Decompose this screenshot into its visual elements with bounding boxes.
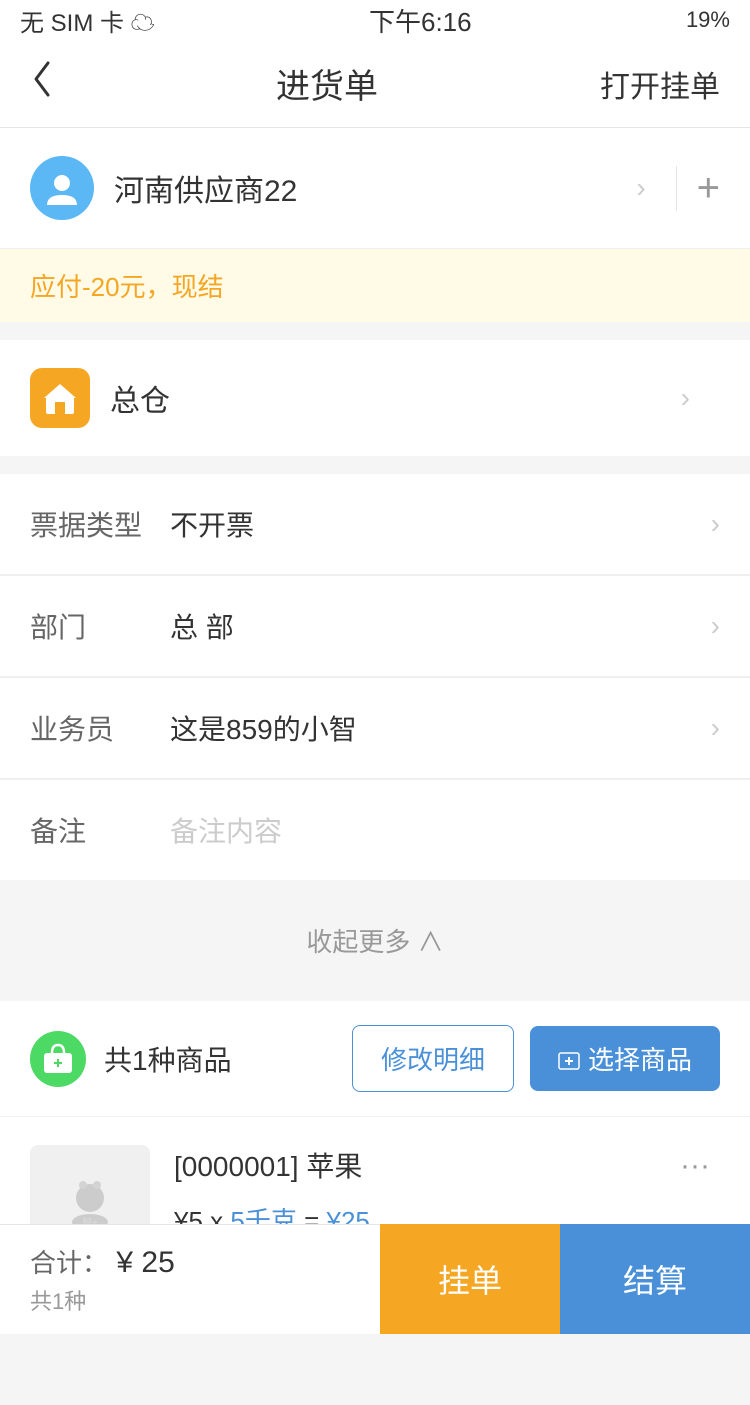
checkout-button[interactable]: 结算 [560, 1224, 750, 1334]
invoice-type-label: 票据类型 [30, 504, 150, 544]
warehouse-icon [30, 368, 90, 428]
salesperson-row[interactable]: 业务员 这是859的小智 › [0, 678, 750, 779]
sim-text: 无 SIM 卡 ☁ [20, 3, 155, 38]
collapse-label: 收起更多 ∧ [306, 927, 443, 957]
status-bar: 无 SIM 卡 ☁ 下午6:16 19% [0, 0, 750, 40]
product-name: [0000001] 苹果 [174, 1145, 670, 1185]
supplier-name: 河南供应商22 [114, 166, 636, 210]
product-code: [0000001] [174, 1151, 299, 1182]
total-count: 共1种 [30, 1284, 350, 1316]
battery-text: 19% [686, 7, 730, 33]
supplier-section: 河南供应商22 › + 应付-20元，现结 [0, 128, 750, 322]
status-left: 无 SIM 卡 ☁ [20, 3, 155, 38]
department-label: 部门 [30, 606, 150, 646]
product-more-button[interactable]: ··· [670, 1145, 720, 1187]
remark-label: 备注 [30, 810, 150, 850]
total-section: 合计： ¥ 25 共1种 [0, 1224, 380, 1334]
notice-bar: 应付-20元，现结 [0, 249, 750, 322]
hang-order-button[interactable]: 挂单 [380, 1224, 560, 1334]
status-right: 19% [686, 7, 730, 33]
salesperson-value: 这是859的小智 [150, 708, 711, 748]
total-value: ¥ 25 [116, 1246, 174, 1279]
add-supplier-button[interactable]: + [676, 166, 720, 211]
form-section: 票据类型 不开票 › 部门 总 部 › 业务员 这是859的小智 › 备注 备注… [0, 474, 750, 880]
bottom-bar: 合计： ¥ 25 共1种 挂单 结算 [0, 1224, 750, 1334]
nav-bar: 进货单 打开挂单 [0, 40, 750, 128]
department-value: 总 部 [150, 606, 711, 646]
chevron-icon: › [711, 610, 720, 642]
warehouse-name: 总仓 [110, 376, 681, 420]
remark-input[interactable]: 备注内容 [150, 810, 720, 850]
select-product-label: 选择商品 [588, 1040, 692, 1077]
edit-detail-button[interactable]: 修改明细 [352, 1025, 514, 1092]
collapse-bar[interactable]: 收起更多 ∧ [0, 898, 750, 983]
salesperson-label: 业务员 [30, 708, 150, 748]
chevron-icon: › [711, 508, 720, 540]
product-title: 苹果 [306, 1151, 362, 1182]
total-amount: 合计： ¥ 25 [30, 1243, 350, 1280]
supplier-row[interactable]: 河南供应商22 › + [0, 128, 750, 249]
product-header: 共1种商品 修改明细 选择商品 [0, 1001, 750, 1117]
select-product-button[interactable]: 选择商品 [530, 1026, 720, 1091]
chevron-icon: › [711, 712, 720, 744]
remark-row[interactable]: 备注 备注内容 [0, 780, 750, 880]
product-icon [30, 1031, 86, 1087]
invoice-type-value: 不开票 [150, 504, 711, 544]
status-time: 下午6:16 [369, 2, 472, 39]
product-count: 共1种商品 [104, 1039, 352, 1079]
total-label: 合计： [30, 1248, 108, 1278]
warehouse-row[interactable]: 总仓 › [0, 340, 750, 456]
page-title: 进货单 [276, 59, 378, 108]
back-button[interactable] [30, 59, 54, 108]
warehouse-section: 总仓 › [0, 340, 750, 456]
open-pending-button[interactable]: 打开挂单 [600, 62, 720, 106]
department-row[interactable]: 部门 总 部 › [0, 576, 750, 677]
invoice-type-row[interactable]: 票据类型 不开票 › [0, 474, 750, 575]
chevron-icon: › [636, 172, 645, 204]
chevron-right-icon: › [681, 382, 690, 414]
supplier-avatar [30, 156, 94, 220]
